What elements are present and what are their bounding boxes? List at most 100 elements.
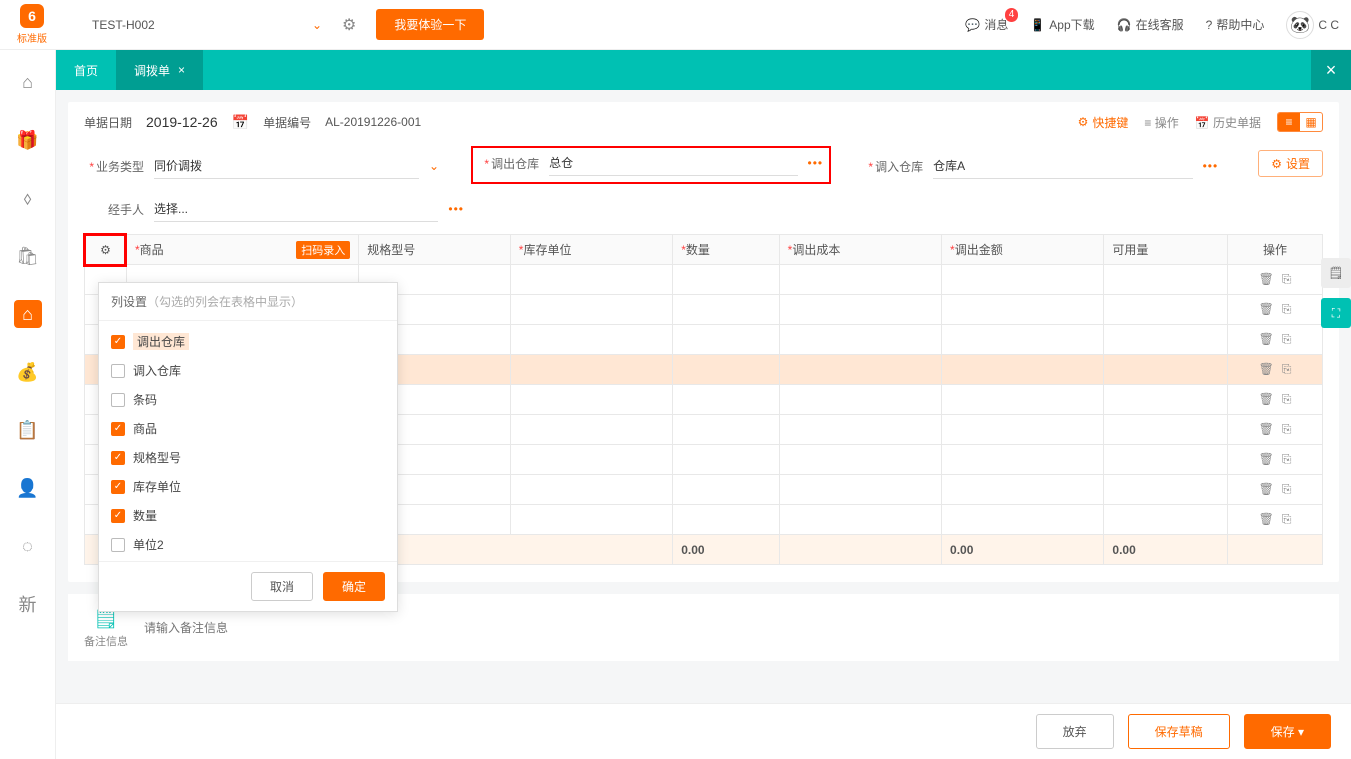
copy-icon[interactable]: ⎘ [1282, 422, 1292, 437]
remark-input[interactable] [144, 621, 1323, 635]
copy-icon[interactable]: ⎘ [1282, 482, 1292, 497]
copy-icon[interactable]: ⎘ [1282, 272, 1292, 287]
card-view-icon[interactable]: ▦ [1300, 113, 1322, 131]
checkbox-icon[interactable] [111, 364, 125, 378]
more-icon[interactable]: ••• [1203, 159, 1219, 173]
nav-home-icon[interactable]: ⌂ [14, 68, 42, 96]
app-logo: 6 标准版 [12, 4, 52, 45]
popup-item[interactable]: 单位2 [111, 530, 385, 559]
help-button[interactable]: ?帮助中心 [1206, 16, 1265, 33]
field-out-warehouse[interactable]: *调出仓库 总仓 ••• [471, 146, 831, 184]
popup-item[interactable]: ✓规格型号 [111, 443, 385, 472]
save-draft-button[interactable]: 保存草稿 [1128, 714, 1230, 749]
total-outamount: 0.00 [1104, 535, 1228, 565]
delete-icon[interactable]: 🗑 [1259, 452, 1274, 466]
popup-list[interactable]: ✓调出仓库调入仓库条码✓商品✓规格型号✓库存单位✓数量单位2 [99, 321, 397, 561]
history-button[interactable]: 📅 历史单据 [1195, 114, 1261, 131]
view-toggle[interactable]: ≡ ▦ [1277, 112, 1323, 132]
col-avail[interactable]: 可用量 [1104, 235, 1228, 265]
checkbox-icon[interactable]: ✓ [111, 335, 125, 349]
copy-icon[interactable]: ⎘ [1282, 452, 1292, 467]
messages-button[interactable]: 💬 消息 4 [965, 16, 1008, 33]
nav-bag-icon[interactable]: 🛍 [14, 242, 42, 270]
popup-item[interactable]: ✓数量 [111, 501, 385, 530]
checkbox-icon[interactable] [111, 538, 125, 552]
field-in-warehouse[interactable]: *调入仓库 仓库A ••• [863, 150, 1218, 182]
nav-price-icon[interactable]: ⬨ [14, 184, 42, 212]
more-icon[interactable]: ••• [808, 156, 824, 170]
col-spec[interactable]: 规格型号 [359, 235, 511, 265]
side-note-icon[interactable]: 🗒 [1321, 258, 1351, 288]
calendar-icon[interactable]: 📅 [232, 114, 249, 131]
delete-icon[interactable]: 🗑 [1259, 422, 1274, 436]
nav-clipboard-icon[interactable]: 📋 [14, 416, 42, 444]
checkbox-icon[interactable]: ✓ [111, 509, 125, 523]
tabbar-close-button[interactable]: × [1311, 50, 1351, 90]
field-biztype[interactable]: *业务类型 同价调拨 ⌄ [84, 150, 439, 182]
gear-icon[interactable]: ⚙ [342, 15, 356, 35]
help-icon: ? [1206, 18, 1213, 32]
popup-item[interactable]: ✓库存单位 [111, 472, 385, 501]
customer-service-button[interactable]: 🎧在线客服 [1117, 16, 1184, 33]
col-product[interactable]: *商品扫码录入 [127, 235, 359, 265]
topbar-right: 💬 消息 4 📱App下载 🎧在线客服 ?帮助中心 🐼 C C [965, 11, 1339, 39]
popup-item[interactable]: 条码 [111, 385, 385, 414]
delete-icon[interactable]: 🗑 [1259, 392, 1274, 406]
popup-item[interactable]: ✓调出仓库 [111, 327, 385, 356]
nav-money-icon[interactable]: 💰 [14, 358, 42, 386]
org-selector[interactable]: TEST-H002 ⌄ [82, 10, 332, 40]
delete-icon[interactable]: 🗑 [1259, 482, 1274, 496]
checkbox-icon[interactable]: ✓ [111, 480, 125, 494]
col-outcost[interactable]: *调出成本 [779, 235, 941, 265]
col-qty[interactable]: *数量 [673, 235, 779, 265]
nav-warehouse-icon[interactable]: ⌂ [14, 300, 42, 328]
list-view-icon[interactable]: ≡ [1278, 113, 1300, 131]
popup-cancel-button[interactable]: 取消 [251, 572, 313, 601]
form-row-2: 经手人 选择... ••• [84, 196, 1323, 222]
delete-icon[interactable]: 🗑 [1259, 272, 1274, 286]
nav-contact-icon[interactable]: 👤 [14, 474, 42, 502]
close-icon[interactable]: × [178, 63, 185, 77]
delete-icon[interactable]: 🗑 [1259, 332, 1274, 346]
form-row-1: *业务类型 同价调拨 ⌄ *调出仓库 总仓 ••• *调入仓库 仓库A ••• … [84, 150, 1323, 182]
nav-gift-icon[interactable]: 🎁 [14, 126, 42, 154]
copy-icon[interactable]: ⎘ [1282, 302, 1292, 317]
more-icon[interactable]: ••• [448, 202, 464, 216]
checkbox-icon[interactable]: ✓ [111, 422, 125, 436]
side-expand-icon[interactable]: ⛶ [1321, 298, 1351, 328]
col-unit[interactable]: *库存单位 [510, 235, 672, 265]
col-outamount[interactable]: *调出金额 [942, 235, 1104, 265]
settings-button[interactable]: ⚙ 设置 [1258, 150, 1323, 177]
checkbox-icon[interactable] [111, 393, 125, 407]
doc-date[interactable]: 2019-12-26 [146, 114, 218, 130]
copy-icon[interactable]: ⎘ [1282, 332, 1292, 347]
shortcut-button[interactable]: ⚙ 快捷键 [1078, 114, 1129, 131]
copy-icon[interactable]: ⎘ [1282, 362, 1292, 377]
docno-label: 单据编号 [263, 114, 311, 131]
trial-button[interactable]: 我要体验一下 [376, 9, 484, 40]
copy-icon[interactable]: ⎘ [1282, 512, 1292, 527]
popup-ok-button[interactable]: 确定 [323, 572, 385, 601]
nav-loading-icon[interactable]: ◌ [14, 532, 42, 560]
checkbox-icon[interactable]: ✓ [111, 451, 125, 465]
tab-home[interactable]: 首页 [56, 50, 116, 90]
column-settings-button[interactable]: ⚙ [85, 235, 127, 265]
headset-icon: 🎧 [1117, 18, 1132, 32]
chevron-down-icon: ⌄ [312, 18, 322, 32]
scan-badge[interactable]: 扫码录入 [296, 241, 350, 259]
delete-icon[interactable]: 🗑 [1259, 512, 1274, 526]
discard-button[interactable]: 放弃 [1036, 714, 1114, 749]
nav-new-icon[interactable]: 新 [14, 590, 42, 618]
app-download-button[interactable]: 📱App下载 [1030, 16, 1094, 33]
doc-number: AL-20191226-001 [325, 115, 421, 129]
copy-icon[interactable]: ⎘ [1282, 392, 1292, 407]
delete-icon[interactable]: 🗑 [1259, 302, 1274, 316]
delete-icon[interactable]: 🗑 [1259, 362, 1274, 376]
tab-transfer[interactable]: 调拨单 × [116, 50, 203, 90]
field-handler[interactable]: 经手人 选择... ••• [84, 196, 464, 222]
popup-item[interactable]: 调入仓库 [111, 356, 385, 385]
popup-item[interactable]: ✓商品 [111, 414, 385, 443]
save-button[interactable]: 保存 ▾ [1244, 714, 1331, 749]
user-menu[interactable]: 🐼 C C [1286, 11, 1339, 39]
operate-button[interactable]: ≡ 操作 [1144, 114, 1178, 131]
